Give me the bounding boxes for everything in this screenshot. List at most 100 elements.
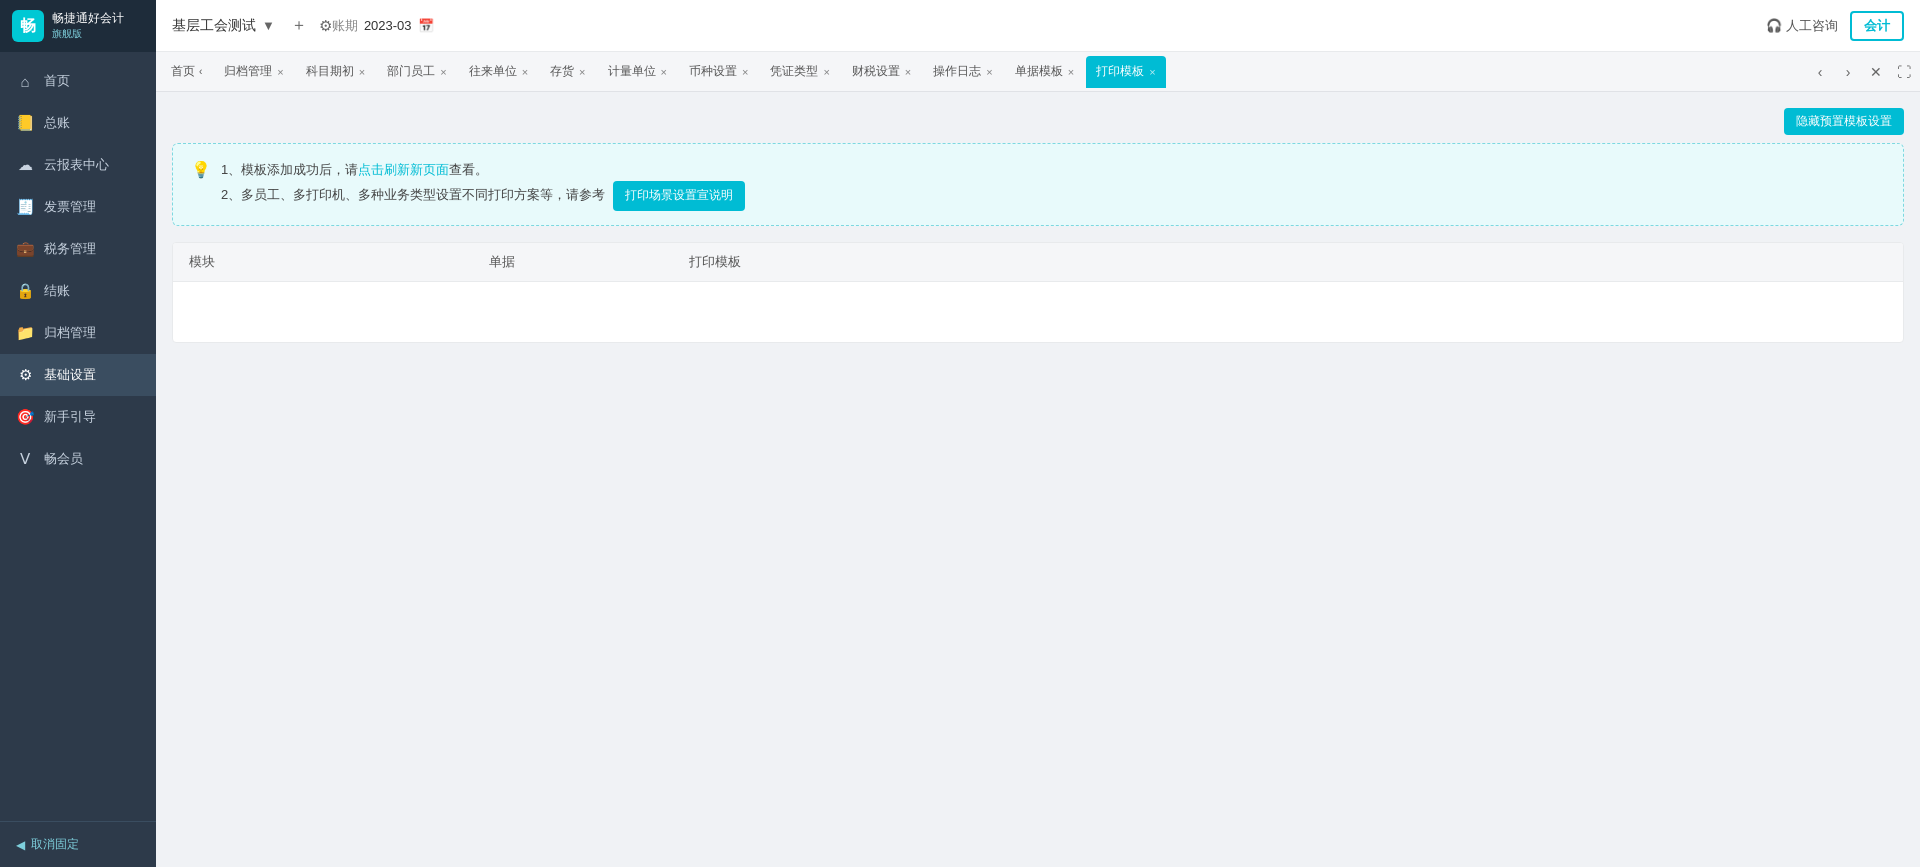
nav-icon-archive: 📁	[16, 324, 34, 342]
sidebar-item-tax[interactable]: 💼 税务管理	[0, 228, 156, 270]
sidebar-item-member[interactable]: Ⅴ 畅会员	[0, 438, 156, 480]
nav-icon-tax: 💼	[16, 240, 34, 258]
notice-line-2: 2、多员工、多打印机、多种业务类型设置不同打印方案等，请参考 打印场景设置宣说明	[221, 181, 1885, 211]
sidebar: 畅 畅捷通好会计 旗舰版 ⌂首页 📒 总账 ☁云报表中心🧾发票管理 💼 税务管理 🔒结账📁归…	[0, 0, 156, 867]
tab-department[interactable]: 部门员工 ×	[377, 56, 456, 88]
col-module-header: 模块	[173, 253, 473, 271]
topbar: 基层工会测试 ▼ ＋ ⚙ 账期 2023-03 📅 🎧 人工咨询 会计	[156, 0, 1920, 52]
project-selector[interactable]: 基层工会测试 ▼	[172, 17, 291, 35]
tab-home[interactable]: 首页 ‹	[161, 56, 212, 88]
notice-refresh-link[interactable]: 点击刷新新页面	[358, 162, 449, 177]
nav-label-guide: 新手引导	[44, 408, 96, 426]
hide-preview-button[interactable]: 隐藏预置模板设置	[1784, 108, 1904, 135]
notice-content: 1、模板添加成功后，请点击刷新新页面查看。 2、多员工、多打印机、多种业务类型设…	[221, 158, 1885, 211]
calendar-icon[interactable]: 📅	[418, 18, 434, 33]
print-template-table: 模块 单据 打印模板	[172, 242, 1904, 343]
sidebar-item-home[interactable]: ⌂首页	[0, 60, 156, 102]
unpin-icon: ◀	[16, 838, 25, 852]
tab-scroll-right[interactable]: ›	[1836, 60, 1860, 84]
tab-close-archive-mgmt[interactable]: ×	[277, 66, 283, 78]
sidebar-item-archive[interactable]: 📁归档管理	[0, 312, 156, 354]
tab-currency[interactable]: 币种设置 ×	[679, 56, 758, 88]
tab-print-template[interactable]: 打印模板 ×	[1086, 56, 1165, 88]
sidebar-item-settings[interactable]: ⚙基础设置	[0, 354, 156, 396]
logo-title: 畅捷通好会计	[52, 11, 124, 27]
tab-close-single-template[interactable]: ×	[1068, 66, 1074, 78]
print-scene-button[interactable]: 打印场景设置宣说明	[613, 181, 745, 211]
tab-subject-init[interactable]: 科目期初 ×	[296, 56, 375, 88]
tab-close-department[interactable]: ×	[440, 66, 446, 78]
tab-label-voucher-type: 凭证类型	[770, 63, 818, 80]
tab-close-supplier[interactable]: ×	[522, 66, 528, 78]
tab-close-unit[interactable]: ×	[661, 66, 667, 78]
tab-scroll-left[interactable]: ‹	[1808, 60, 1832, 84]
tab-close-currency[interactable]: ×	[742, 66, 748, 78]
logo-text-block: 畅捷通好会计 旗舰版	[52, 11, 124, 41]
content-area: 隐藏预置模板设置 💡 1、模板添加成功后，请点击刷新新页面查看。 2、多员工、多…	[156, 92, 1920, 867]
tab-label-archive-mgmt: 归档管理	[224, 63, 272, 80]
sidebar-unpin-button[interactable]: ◀ 取消固定	[0, 821, 156, 867]
tab-label-tax-settings: 财税设置	[852, 63, 900, 80]
nav-icon-member: Ⅴ	[16, 450, 34, 468]
notice-line1-prefix: 1、模板添加成功后，请	[221, 162, 358, 177]
sidebar-logo: 畅 畅捷通好会计 旗舰版	[0, 0, 156, 52]
tab-label-unit: 计量单位	[608, 63, 656, 80]
settings-icon[interactable]: ⚙	[319, 17, 332, 35]
tab-close-tax-settings[interactable]: ×	[905, 66, 911, 78]
tab-label-single-template: 单据模板	[1015, 63, 1063, 80]
tab-close-print-template[interactable]: ×	[1149, 66, 1155, 78]
tab-close-subject-init[interactable]: ×	[359, 66, 365, 78]
headset-icon: 🎧	[1766, 18, 1782, 33]
tab-tax-settings[interactable]: 财税设置 ×	[842, 56, 921, 88]
period-selector: 账期 2023-03 📅	[332, 17, 434, 35]
tab-label-currency: 币种设置	[689, 63, 737, 80]
tabbar-controls: ‹ › ✕ ⛶	[1808, 60, 1916, 84]
sidebar-item-ledger[interactable]: 📒 总账	[0, 102, 156, 144]
tab-unit[interactable]: 计量单位 ×	[598, 56, 677, 88]
tab-close-inventory[interactable]: ×	[579, 66, 585, 78]
nav-label-invoice: 发票管理	[44, 198, 96, 216]
sidebar-item-reports[interactable]: ☁云报表中心	[0, 144, 156, 186]
topbar-right: 🎧 人工咨询 会计	[1766, 11, 1904, 41]
col-doc-header: 单据	[473, 253, 673, 271]
sidebar-item-guide[interactable]: 🎯 新手引导	[0, 396, 156, 438]
kuaiji-button[interactable]: 会计	[1850, 11, 1904, 41]
sidebar-item-closing[interactable]: 🔒结账	[0, 270, 156, 312]
nav-icon-guide: 🎯	[16, 408, 34, 426]
tab-voucher-type[interactable]: 凭证类型 ×	[760, 56, 839, 88]
tab-label-department: 部门员工	[387, 63, 435, 80]
tab-label-inventory: 存货	[550, 63, 574, 80]
tab-maximize[interactable]: ⛶	[1892, 60, 1916, 84]
period-value[interactable]: 2023-03	[364, 18, 412, 33]
nav-icon-ledger: 📒	[16, 114, 34, 132]
nav-label-tax: 税务管理	[44, 240, 96, 258]
notice-line1-suffix: 查看。	[449, 162, 488, 177]
home-tab-label: 首页	[171, 63, 195, 80]
add-tab-button[interactable]: ＋	[291, 15, 307, 36]
nav-icon-home: ⌂	[16, 73, 34, 90]
sidebar-item-invoice[interactable]: 🧾发票管理	[0, 186, 156, 228]
settings-btn-area: 隐藏预置模板设置	[172, 108, 1904, 135]
tab-single-template[interactable]: 单据模板 ×	[1005, 56, 1084, 88]
project-dropdown-icon: ▼	[262, 18, 275, 33]
nav-icon-closing: 🔒	[16, 282, 34, 300]
tab-close-voucher-type[interactable]: ×	[823, 66, 829, 78]
lightbulb-icon: 💡	[191, 160, 211, 179]
notice-box: 💡 1、模板添加成功后，请点击刷新新页面查看。 2、多员工、多打印机、多种业务类…	[172, 143, 1904, 226]
tab-close-operation-log[interactable]: ×	[986, 66, 992, 78]
home-chevron-icon: ‹	[199, 66, 202, 77]
main-area: 基层工会测试 ▼ ＋ ⚙ 账期 2023-03 📅 🎧 人工咨询 会计 首页 ‹ 归…	[156, 0, 1920, 867]
tab-label-subject-init: 科目期初	[306, 63, 354, 80]
tab-supplier[interactable]: 往来单位 ×	[459, 56, 538, 88]
tab-close-all[interactable]: ✕	[1864, 60, 1888, 84]
tab-label-supplier: 往来单位	[469, 63, 517, 80]
nav-label-member: 畅会员	[44, 450, 83, 468]
support-button[interactable]: 🎧 人工咨询	[1766, 17, 1838, 35]
sidebar-nav: ⌂首页 📒 总账 ☁云报表中心🧾发票管理 💼 税务管理 🔒结账📁归档管理⚙基础设置 🎯 新手引导…	[0, 52, 156, 821]
nav-label-ledger: 总账	[44, 114, 70, 132]
topbar-actions: ＋ ⚙	[291, 15, 332, 36]
project-name: 基层工会测试	[172, 17, 256, 35]
tab-archive-mgmt[interactable]: 归档管理 ×	[214, 56, 293, 88]
tab-operation-log[interactable]: 操作日志 ×	[923, 56, 1002, 88]
tab-inventory[interactable]: 存货 ×	[540, 56, 595, 88]
